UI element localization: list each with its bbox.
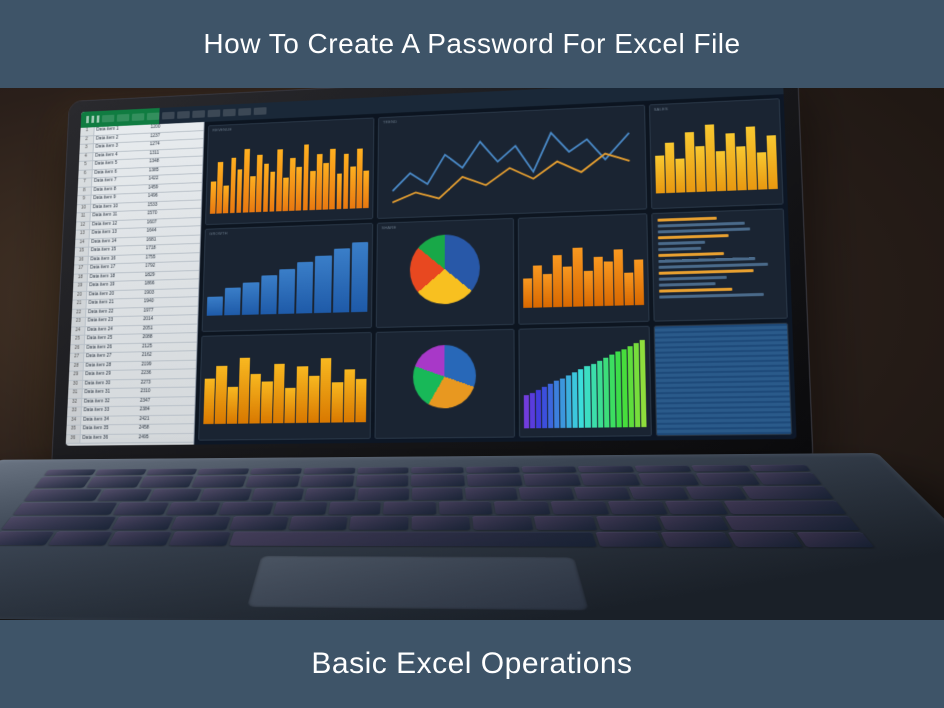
keyboard: document.write(Array(14).fill('<div clas… (0, 465, 870, 543)
chart-panel-gradient-bars: document.write(Array.from({length:20},(_… (519, 325, 652, 437)
header-bar: How To Create A Password For Excel File (0, 0, 944, 88)
trackpad (247, 556, 589, 610)
chart-panel-bars-small-orange: document.write([35,50,40,62,48,70,42,58,… (518, 214, 649, 325)
footer-bar: Basic Excel Operations (0, 620, 944, 708)
sheet-row: 36Data item 362495 (66, 433, 194, 443)
laptop-screen-bezel: document.write(Array.from({length:36},(_… (52, 88, 812, 461)
laptop: document.write(Array.from({length:36},(_… (40, 88, 944, 620)
chart-panel-bars-blue: GROWTH document.write([25,35,42,50,58,66… (202, 223, 374, 331)
chart-panel-bars-orange: REVENUE document.write([40,65,35,70,55,8… (205, 117, 374, 225)
chart-panel-pie-1: SHARE (376, 218, 515, 327)
spreadsheet-pane: document.write(Array.from({length:36},(_… (66, 106, 206, 446)
header-title: How To Create A Password For Excel File (203, 28, 740, 60)
laptop-illustration: document.write(Array.from({length:36},(_… (0, 88, 944, 620)
laptop-base: document.write(Array(14).fill('<div clas… (0, 453, 944, 620)
chart-panel-candles: document.write([55,70,45,80,60,50,72,42,… (198, 332, 372, 441)
chart-panel-bars-yellow-tr: SALES document.write([45,60,40,72,55,80,… (649, 98, 784, 209)
laptop-screen: document.write(Array.from({length:36},(_… (66, 88, 797, 446)
dashboard-pane: REVENUE document.write([40,65,35,70,55,8… (194, 88, 796, 445)
footer-title: Basic Excel Operations (311, 647, 632, 681)
chart-panel-data-list: document.write(Array.from({length:14},(_… (651, 209, 788, 322)
chart-panel-pie-2 (375, 328, 516, 438)
chart-panel-heatgrid (653, 322, 792, 436)
chart-panel-line-top: TREND (377, 105, 647, 220)
